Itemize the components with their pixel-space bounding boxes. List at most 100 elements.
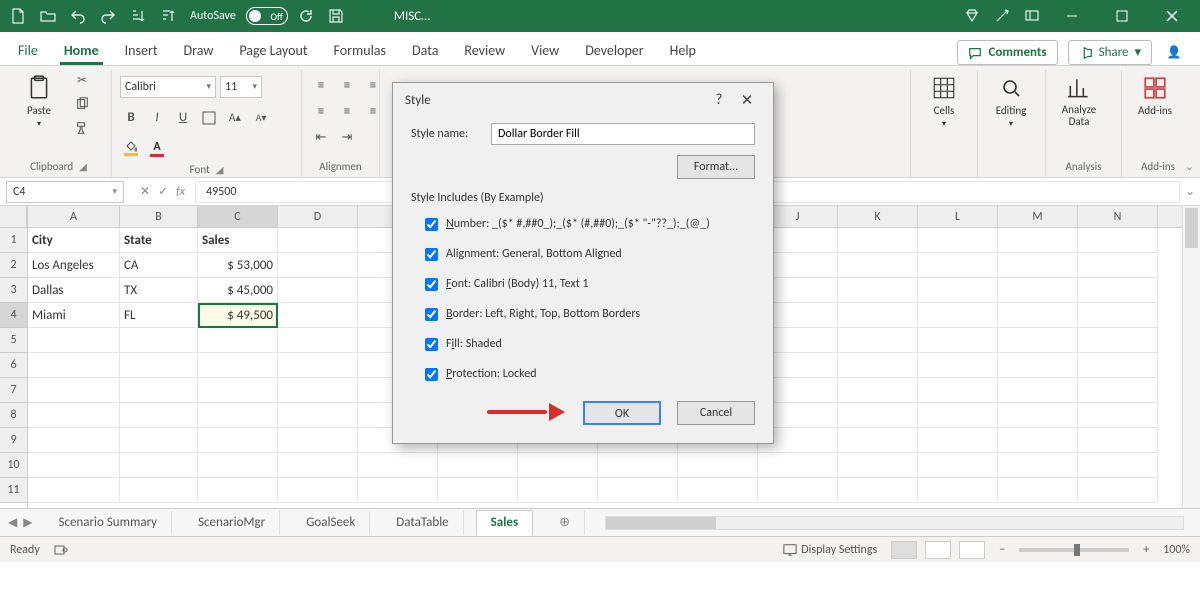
font-checkbox[interactable] [425,278,438,291]
cell[interactable] [918,428,998,453]
align-top-icon[interactable]: ≡ [310,74,332,96]
cell[interactable] [678,453,758,478]
cell[interactable] [1078,478,1158,503]
cell[interactable] [918,303,998,328]
cell[interactable] [120,478,198,503]
cell[interactable] [918,228,998,253]
row-header[interactable]: 3 [0,278,27,303]
row-header[interactable]: 10 [0,453,27,478]
cell[interactable] [278,303,358,328]
cell[interactable] [1078,303,1158,328]
protection-checkbox[interactable] [425,368,438,381]
row-header[interactable]: 5 [0,328,27,353]
cell[interactable] [28,453,120,478]
col-header[interactable]: A [28,206,120,227]
save-icon[interactable] [324,4,348,28]
cell[interactable] [120,328,198,353]
zoom-in-button[interactable]: + [1143,543,1149,557]
coming-soon-icon[interactable] [990,4,1014,28]
cell[interactable] [358,478,438,503]
cell[interactable] [198,328,278,353]
new-file-icon[interactable] [6,4,30,28]
enter-edit-icon[interactable]: ✓ [158,184,168,199]
sheet-next-icon[interactable]: ▶ [23,515,32,530]
border-checkbox[interactable] [425,308,438,321]
tab-file[interactable]: File [14,36,42,65]
cell[interactable] [838,328,918,353]
cell[interactable] [1078,328,1158,353]
cell[interactable] [278,253,358,278]
tab-data[interactable]: Data [408,36,442,65]
cell[interactable] [598,478,678,503]
zoom-level[interactable]: 100% [1163,543,1190,557]
cell[interactable] [438,453,518,478]
cell[interactable] [120,428,198,453]
cell[interactable] [518,453,598,478]
cell[interactable]: Miami [28,303,120,328]
row-header[interactable]: 1 [0,228,27,253]
cell[interactable] [28,403,120,428]
redo-icon[interactable] [96,4,120,28]
cell[interactable] [120,353,198,378]
row-header[interactable]: 6 [0,353,27,378]
cell[interactable] [998,353,1078,378]
cell[interactable] [838,403,918,428]
cell[interactable] [998,478,1078,503]
cell[interactable] [1078,453,1158,478]
tab-formulas[interactable]: Formulas [330,36,390,65]
cell[interactable] [28,353,120,378]
cell[interactable] [678,478,758,503]
cell[interactable] [278,378,358,403]
col-header[interactable]: B [120,206,198,227]
fill-checkbox[interactable] [425,338,438,351]
view-page-layout-icon[interactable] [925,541,951,559]
format-painter-icon[interactable] [70,118,94,138]
cell[interactable] [758,478,838,503]
cell[interactable]: $ 45,000 [198,278,278,303]
cell[interactable] [918,278,998,303]
cell[interactable] [278,353,358,378]
cell[interactable] [28,378,120,403]
row-header[interactable]: 9 [0,428,27,453]
comments-button[interactable]: Comments [957,40,1057,65]
style-name-input[interactable] [491,123,755,145]
editing-button[interactable]: Editing▾ [986,70,1036,129]
cell[interactable] [998,228,1078,253]
diamond-icon[interactable] [960,4,984,28]
underline-button[interactable]: U [172,107,194,129]
decrease-font-icon[interactable]: A▾ [250,107,272,129]
dialog-close-button[interactable]: ✕ [733,86,761,114]
row-header[interactable]: 11 [0,478,27,503]
undo-icon[interactable] [66,4,90,28]
expand-formula-bar-icon[interactable]: ⌄ [1180,184,1200,199]
user-icon[interactable]: 👤 [1162,45,1186,60]
col-header[interactable]: C [198,206,278,227]
cell[interactable] [838,228,918,253]
cell[interactable] [838,428,918,453]
cell[interactable] [998,328,1078,353]
cell[interactable] [758,453,838,478]
dialog-launcher-icon[interactable]: ◢ [79,160,87,173]
macro-record-icon[interactable] [54,543,68,557]
cell[interactable] [838,278,918,303]
analyze-data-button[interactable]: Analyze Data [1054,70,1104,128]
cell[interactable] [918,328,998,353]
font-size-select[interactable]: 11▾ [220,76,262,98]
alignment-checkbox[interactable] [425,248,438,261]
font-name-select[interactable]: Calibri▾ [120,76,216,98]
italic-button[interactable]: I [146,107,168,129]
cell[interactable] [838,353,918,378]
cell[interactable] [838,453,918,478]
tab-developer[interactable]: Developer [581,36,647,65]
cell[interactable] [838,253,918,278]
sort-desc-icon[interactable] [156,4,180,28]
cell[interactable] [198,453,278,478]
cell[interactable] [28,328,120,353]
col-header[interactable]: D [278,206,358,227]
sheet-tab[interactable]: GoalSeek [292,511,370,534]
cell[interactable] [838,303,918,328]
cell[interactable] [998,428,1078,453]
close-button[interactable] [1150,0,1194,32]
cell[interactable]: Sales [198,228,278,253]
cell[interactable]: $ 53,000 [198,253,278,278]
